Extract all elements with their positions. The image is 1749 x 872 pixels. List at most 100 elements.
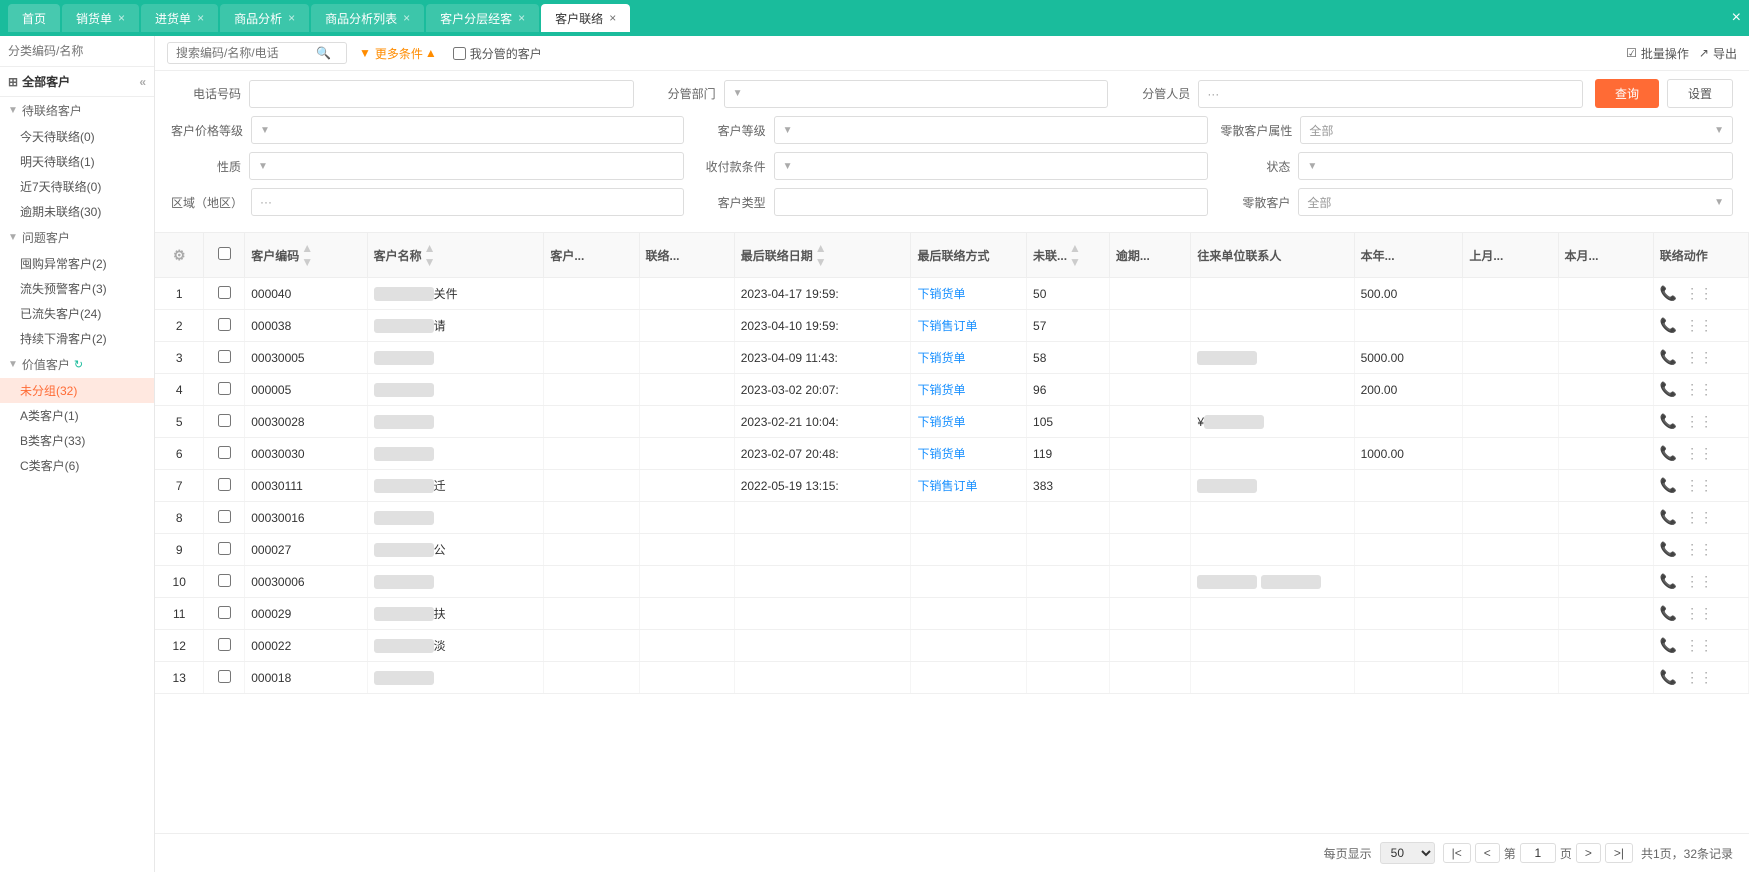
more-icon[interactable]: ⋮⋮: [1685, 285, 1713, 302]
more-icon[interactable]: ⋮⋮: [1685, 445, 1713, 462]
phone-icon[interactable]: 📞: [1660, 445, 1677, 462]
sidebar-item-class-a[interactable]: A类客户(1): [0, 403, 154, 428]
method-link[interactable]: 下销货单: [917, 383, 965, 397]
tab-product-analysis-close[interactable]: ×: [288, 11, 295, 25]
select-all-checkbox[interactable]: [218, 247, 231, 260]
more-icon[interactable]: ⋮⋮: [1685, 573, 1713, 590]
th-overdue[interactable]: 逾期...: [1109, 233, 1191, 278]
th-uncontacted[interactable]: 未联... ▲▼: [1027, 233, 1110, 278]
th-name[interactable]: 客户名称 ▲▼: [367, 233, 544, 278]
tab-sales-close[interactable]: ×: [118, 11, 125, 25]
th-contact[interactable]: 联络...: [639, 233, 734, 278]
filter-scatter-select[interactable]: 全部 ▼: [1300, 116, 1733, 144]
sidebar-item-ungroup[interactable]: 未分组(32): [0, 378, 154, 403]
phone-icon[interactable]: 📞: [1660, 477, 1677, 494]
filter-status-select[interactable]: ▼: [1298, 152, 1733, 180]
phone-icon[interactable]: 📞: [1660, 317, 1677, 334]
method-link[interactable]: 下销售订单: [917, 479, 977, 493]
sidebar-item-loss-warning[interactable]: 流失预警客户(3): [0, 276, 154, 301]
row-checkbox[interactable]: [218, 382, 231, 395]
tab-customer-tier[interactable]: 客户分层经客 ×: [426, 4, 539, 32]
row-checkbox[interactable]: [218, 414, 231, 427]
method-link[interactable]: 下销货单: [917, 351, 965, 365]
sidebar-item-class-c[interactable]: C类客户(6): [0, 453, 154, 478]
phone-icon[interactable]: 📞: [1660, 413, 1677, 430]
filter-price-select[interactable]: ▼: [251, 116, 684, 144]
tab-home[interactable]: 首页: [8, 4, 60, 32]
sidebar-group-pending-title[interactable]: ▼ 待联络客户: [0, 97, 154, 124]
page-size-select[interactable]: 50 20 100: [1380, 842, 1435, 864]
last-page-button[interactable]: >|: [1605, 843, 1633, 863]
phone-icon[interactable]: 📞: [1660, 541, 1677, 558]
row-checkbox[interactable]: [218, 286, 231, 299]
phone-icon[interactable]: 📞: [1660, 349, 1677, 366]
phone-icon[interactable]: 📞: [1660, 637, 1677, 654]
phone-icon[interactable]: 📞: [1660, 669, 1677, 686]
more-icon[interactable]: ⋮⋮: [1685, 605, 1713, 622]
th-thismonth[interactable]: 本月...: [1558, 233, 1653, 278]
method-link[interactable]: 下销货单: [917, 415, 965, 429]
th-year[interactable]: 本年...: [1354, 233, 1463, 278]
filter-more-button[interactable]: ▼ 更多条件 ▲: [359, 45, 437, 62]
reset-button[interactable]: 设置: [1667, 79, 1733, 108]
tab-bar-close[interactable]: ×: [1732, 9, 1741, 27]
tab-product-list[interactable]: 商品分析列表 ×: [311, 4, 424, 32]
tab-purchase-close[interactable]: ×: [197, 11, 204, 25]
settings-icon[interactable]: ⚙: [173, 247, 186, 263]
filter-level-select[interactable]: ▼: [774, 116, 1209, 144]
sidebar-item-today[interactable]: 今天待联络(0): [0, 124, 154, 149]
sidebar-group-problem-title[interactable]: ▼ 问题客户: [0, 224, 154, 251]
more-icon[interactable]: ⋮⋮: [1685, 637, 1713, 654]
th-action[interactable]: 联络动作: [1653, 233, 1748, 278]
th-code[interactable]: 客户编码 ▲▼: [245, 233, 367, 278]
sidebar-all-customers[interactable]: ⊞ 全部客户 «: [0, 67, 154, 97]
tab-product-analysis[interactable]: 商品分析 ×: [220, 4, 309, 32]
row-checkbox[interactable]: [218, 606, 231, 619]
row-checkbox[interactable]: [218, 478, 231, 491]
filter-retail-select[interactable]: 全部 ▼: [1298, 188, 1733, 216]
export-button[interactable]: ↗ 导出: [1699, 45, 1737, 62]
sidebar-group-value-title[interactable]: ▼ 价值客户 ↻: [0, 351, 154, 378]
filter-ctype-input[interactable]: [774, 188, 1209, 216]
my-customers-checkbox[interactable]: [453, 47, 466, 60]
sidebar-item-overdue[interactable]: 逾期未联络(30): [0, 199, 154, 224]
more-icon[interactable]: ⋮⋮: [1685, 413, 1713, 430]
first-page-button[interactable]: |<: [1443, 843, 1471, 863]
batch-operation-button[interactable]: ☑ 批量操作: [1626, 45, 1689, 62]
more-icon[interactable]: ⋮⋮: [1685, 381, 1713, 398]
phone-icon[interactable]: 📞: [1660, 285, 1677, 302]
row-checkbox[interactable]: [218, 510, 231, 523]
row-checkbox[interactable]: [218, 638, 231, 651]
filter-region-input[interactable]: ···: [251, 188, 684, 216]
filter-search-icon[interactable]: 🔍: [316, 46, 331, 60]
method-link[interactable]: 下销售订单: [917, 319, 977, 333]
row-checkbox[interactable]: [218, 350, 231, 363]
row-checkbox[interactable]: [218, 574, 231, 587]
refresh-icon[interactable]: ↻: [74, 358, 83, 371]
more-icon[interactable]: ⋮⋮: [1685, 669, 1713, 686]
method-link[interactable]: 下销货单: [917, 287, 965, 301]
tab-customer-tier-close[interactable]: ×: [518, 11, 525, 25]
filter-manager-input[interactable]: ···: [1198, 80, 1583, 108]
more-icon[interactable]: ⋮⋮: [1685, 317, 1713, 334]
tab-product-list-close[interactable]: ×: [403, 11, 410, 25]
sidebar-item-7days[interactable]: 近7天待联络(0): [0, 174, 154, 199]
next-page-button[interactable]: >: [1576, 843, 1601, 863]
row-checkbox[interactable]: [218, 446, 231, 459]
more-icon[interactable]: ⋮⋮: [1685, 541, 1713, 558]
phone-icon[interactable]: 📞: [1660, 381, 1677, 398]
sidebar-item-lost[interactable]: 已流失客户(24): [0, 301, 154, 326]
sidebar-item-class-b[interactable]: B类客户(33): [0, 428, 154, 453]
th-lastmonth[interactable]: 上月...: [1463, 233, 1558, 278]
phone-icon[interactable]: 📞: [1660, 605, 1677, 622]
filter-payment-select[interactable]: ▼: [774, 152, 1209, 180]
row-checkbox[interactable]: [218, 318, 231, 331]
filter-dept-select[interactable]: ▼: [724, 80, 1109, 108]
prev-page-button[interactable]: <: [1475, 843, 1500, 863]
tab-sales[interactable]: 销货单 ×: [62, 4, 139, 32]
tab-purchase[interactable]: 进货单 ×: [141, 4, 218, 32]
more-icon[interactable]: ⋮⋮: [1685, 349, 1713, 366]
sidebar-item-tomorrow[interactable]: 明天待联络(1): [0, 149, 154, 174]
more-icon[interactable]: ⋮⋮: [1685, 477, 1713, 494]
query-button[interactable]: 查询: [1595, 79, 1659, 108]
